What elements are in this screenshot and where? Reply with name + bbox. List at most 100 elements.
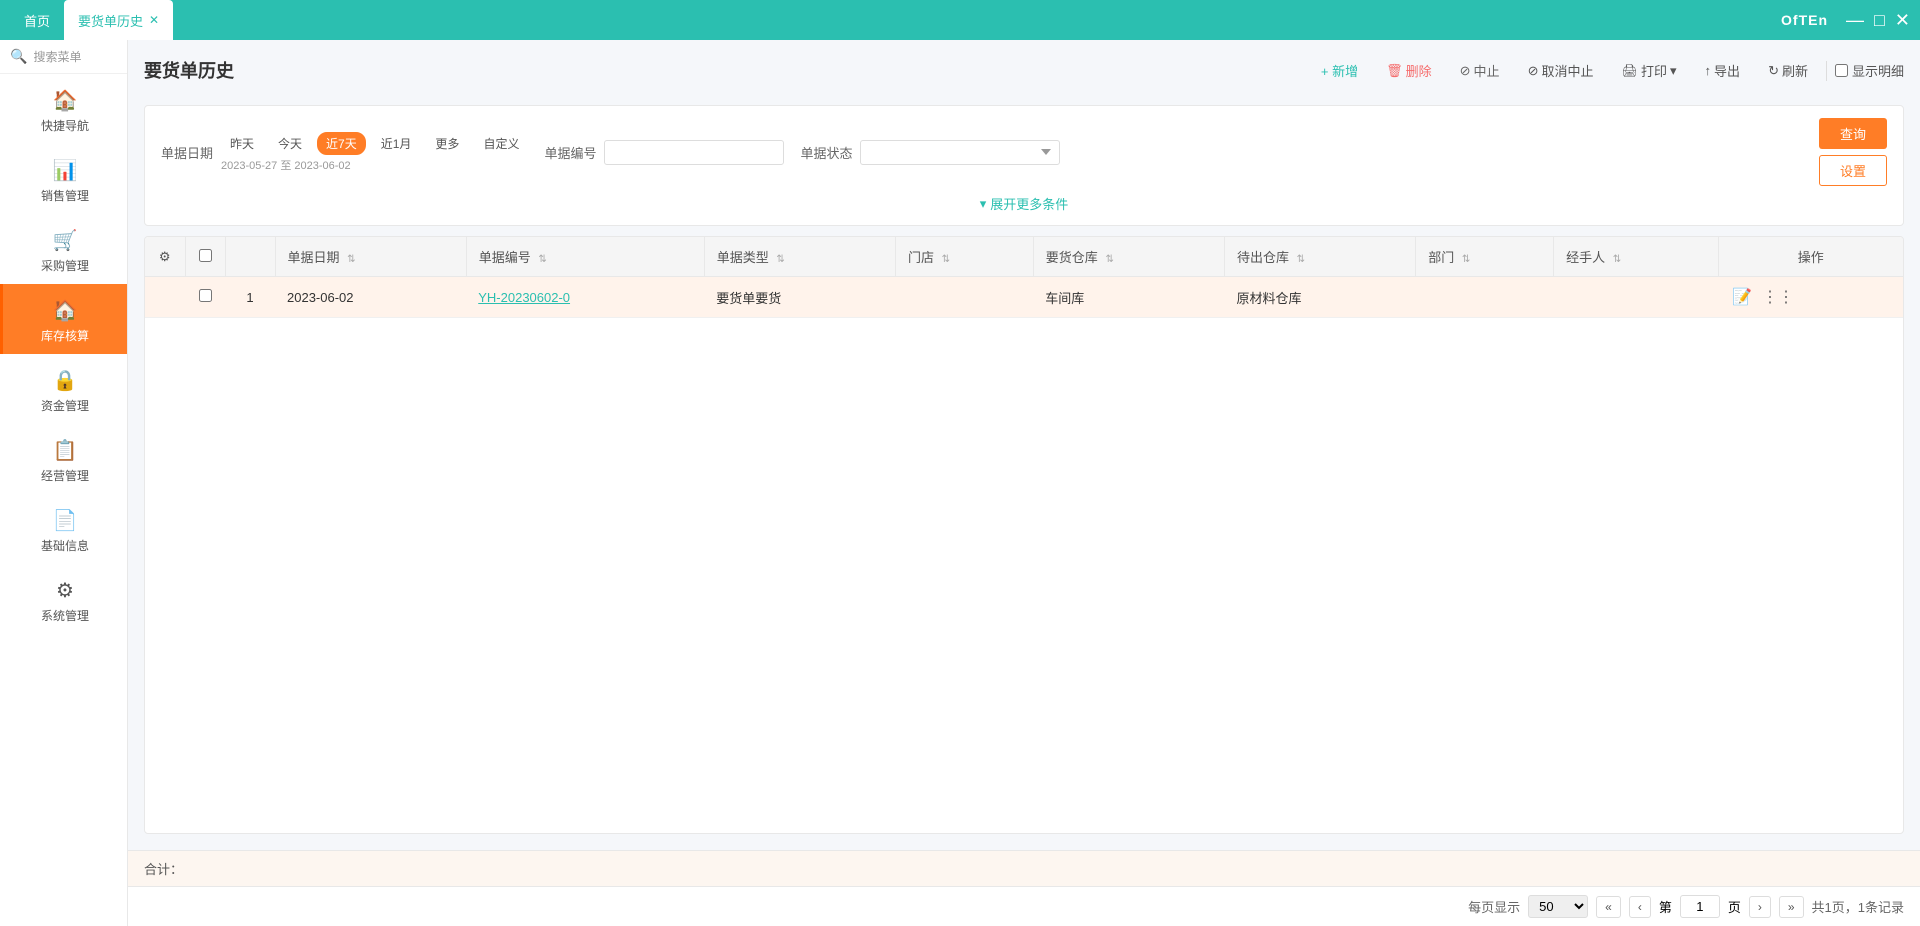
- shortcut-1month[interactable]: 近1月: [372, 132, 421, 155]
- page-num-input[interactable]: [1680, 895, 1720, 918]
- tab-requisition-history[interactable]: 要货单历史 ✕: [64, 0, 173, 40]
- col-header-no: [225, 237, 275, 277]
- show-detail-label: 显示明细: [1852, 61, 1904, 80]
- refresh-button[interactable]: ↻ 刷新: [1758, 56, 1818, 85]
- row-docno-cell[interactable]: YH-20230602-0: [466, 277, 704, 318]
- page-size-label: 每页显示: [1468, 897, 1520, 916]
- next-page-button[interactable]: ›: [1749, 896, 1771, 918]
- inventory-icon: 🏠: [53, 298, 78, 323]
- sidebar-item-quick-nav[interactable]: 🏠 快捷导航: [0, 74, 127, 144]
- main-layout: 🔍 搜索菜单 🏠 快捷导航 📊 销售管理 🛒 采购管理 🏠 库存核算 🔒 资金管…: [0, 40, 1920, 926]
- table-container: ⚙ 单据日期 ⇅ 单据编号 ⇅: [144, 236, 1904, 834]
- show-detail-toggle[interactable]: 显示明细: [1835, 61, 1904, 80]
- sidebar-item-base-info-label: 基础信息: [41, 537, 89, 554]
- row-check-cell[interactable]: [185, 277, 225, 318]
- stop-icon: ⊘: [1460, 63, 1471, 79]
- sidebar-item-system-label: 系统管理: [41, 607, 89, 624]
- export-button[interactable]: ↑ 导出: [1695, 56, 1751, 85]
- window-controls: OfTEn — □ ✕: [1781, 10, 1910, 31]
- page-size-select[interactable]: 10 20 50 100: [1528, 895, 1588, 918]
- sidebar-item-purchase-label: 采购管理: [41, 257, 89, 274]
- row-docno-link[interactable]: YH-20230602-0: [478, 290, 570, 305]
- shortcut-7days[interactable]: 近7天: [317, 132, 366, 155]
- col-header-date[interactable]: 单据日期 ⇅: [275, 237, 466, 277]
- refresh-icon: ↻: [1768, 63, 1779, 79]
- first-page-button[interactable]: «: [1596, 896, 1621, 918]
- page-content: 要货单历史 + 新增 🗑 删除 ⊘ 中止 ⊘ 取消中止: [128, 40, 1920, 850]
- row-more-button[interactable]: ⋮⋮: [1760, 285, 1796, 309]
- col-header-department[interactable]: 部门 ⇅: [1416, 237, 1554, 277]
- shortcut-yesterday[interactable]: 昨天: [221, 132, 263, 155]
- sidebar-item-finance[interactable]: 🔒 资金管理: [0, 354, 127, 424]
- expand-more-conditions[interactable]: ▾ 展开更多条件: [161, 194, 1887, 213]
- expand-down-icon: ▾: [980, 196, 987, 212]
- sort-icon-store: ⇅: [942, 254, 950, 265]
- maximize-icon[interactable]: □: [1874, 10, 1885, 31]
- summary-label: 合计：: [144, 859, 183, 878]
- row-department-cell: [1416, 277, 1554, 318]
- sort-icon-department: ⇅: [1462, 254, 1470, 265]
- new-button[interactable]: + 新增: [1311, 56, 1368, 85]
- delete-button[interactable]: 🗑 删除: [1376, 56, 1442, 85]
- settings-button[interactable]: 设置: [1819, 155, 1887, 186]
- row-req-warehouse-cell: 车间库: [1033, 277, 1224, 318]
- sidebar-item-system[interactable]: ⚙ 系统管理: [0, 564, 127, 634]
- select-all-checkbox[interactable]: [199, 249, 212, 262]
- query-button[interactable]: 查询: [1819, 118, 1887, 149]
- home-icon: 🏠: [53, 88, 78, 113]
- col-header-handler[interactable]: 经手人 ⇅: [1554, 237, 1719, 277]
- row-edit-button[interactable]: 📝: [1730, 285, 1754, 309]
- shortcut-custom[interactable]: 自定义: [474, 132, 528, 155]
- cancel-stop-button[interactable]: ⊘ 取消中止: [1518, 56, 1604, 85]
- lock-icon: 🔒: [53, 368, 78, 393]
- last-page-button[interactable]: »: [1779, 896, 1804, 918]
- doc-icon: 📄: [53, 508, 78, 533]
- sidebar-search-bar[interactable]: 🔍 搜索菜单: [0, 40, 127, 74]
- sidebar-item-base-info[interactable]: 📄 基础信息: [0, 494, 127, 564]
- sidebar-item-sales[interactable]: 📊 销售管理: [0, 144, 127, 214]
- col-header-doctype[interactable]: 单据类型 ⇅: [704, 237, 895, 277]
- sidebar-item-finance-label: 资金管理: [41, 397, 89, 414]
- row-handler-cell: [1554, 277, 1719, 318]
- shortcut-today[interactable]: 今天: [269, 132, 311, 155]
- close-window-icon[interactable]: ✕: [1895, 10, 1910, 31]
- row-action-cell: 📝 ⋮⋮: [1718, 277, 1903, 318]
- tab-close-icon[interactable]: ✕: [149, 13, 159, 27]
- prev-page-button[interactable]: ‹: [1629, 896, 1651, 918]
- sidebar: 🔍 搜索菜单 🏠 快捷导航 📊 销售管理 🛒 采购管理 🏠 库存核算 🔒 资金管…: [0, 40, 128, 926]
- row-store-cell: [896, 277, 1034, 318]
- print-dropdown-icon: ▾: [1670, 63, 1677, 79]
- cancel-stop-icon: ⊘: [1528, 63, 1539, 79]
- col-header-settings[interactable]: ⚙: [145, 237, 185, 277]
- status-filter-group: 单据状态: [800, 140, 1060, 165]
- docno-input[interactable]: [604, 140, 784, 165]
- sidebar-item-operations[interactable]: 📋 经营管理: [0, 424, 127, 494]
- shortcut-more[interactable]: 更多: [426, 132, 468, 155]
- docno-filter-group: 单据编号: [544, 140, 784, 165]
- show-detail-checkbox[interactable]: [1835, 64, 1848, 77]
- row-date-cell: 2023-06-02: [275, 277, 466, 318]
- pagination-bar: 每页显示 10 20 50 100 « ‹ 第 页 › » 共1页，1条记录: [128, 886, 1920, 926]
- content-area: 要货单历史 + 新增 🗑 删除 ⊘ 中止 ⊘ 取消中止: [128, 40, 1920, 926]
- row-checkbox[interactable]: [199, 289, 212, 302]
- refresh-label: 刷新: [1782, 61, 1808, 80]
- col-header-store[interactable]: 门店 ⇅: [896, 237, 1034, 277]
- tab-home[interactable]: 首页: [10, 0, 64, 40]
- col-header-pending-warehouse[interactable]: 待出仓库 ⇅: [1225, 237, 1416, 277]
- stop-button[interactable]: ⊘ 中止: [1450, 56, 1510, 85]
- col-header-action: 操作: [1718, 237, 1903, 277]
- filter-panel: 单据日期 昨天 今天 近7天 近1月 更多 自定义 2023-05-27 至 2…: [144, 105, 1904, 226]
- footer-summary: 合计：: [128, 850, 1920, 886]
- print-button[interactable]: 🖨 打印 ▾: [1611, 56, 1686, 85]
- minimize-icon[interactable]: —: [1846, 10, 1864, 31]
- sidebar-item-purchase[interactable]: 🛒 采购管理: [0, 214, 127, 284]
- col-header-docno[interactable]: 单据编号 ⇅: [466, 237, 704, 277]
- filter-row: 单据日期 昨天 今天 近7天 近1月 更多 自定义 2023-05-27 至 2…: [161, 118, 1887, 186]
- status-select[interactable]: [860, 140, 1060, 165]
- col-header-req-warehouse[interactable]: 要货仓库 ⇅: [1033, 237, 1224, 277]
- sort-icon-handler: ⇅: [1613, 254, 1621, 265]
- row-settings-cell: [145, 277, 185, 318]
- sidebar-item-inventory-label: 库存核算: [41, 327, 89, 344]
- toolbar-divider: [1826, 61, 1827, 81]
- sidebar-item-inventory[interactable]: 🏠 库存核算: [0, 284, 127, 354]
